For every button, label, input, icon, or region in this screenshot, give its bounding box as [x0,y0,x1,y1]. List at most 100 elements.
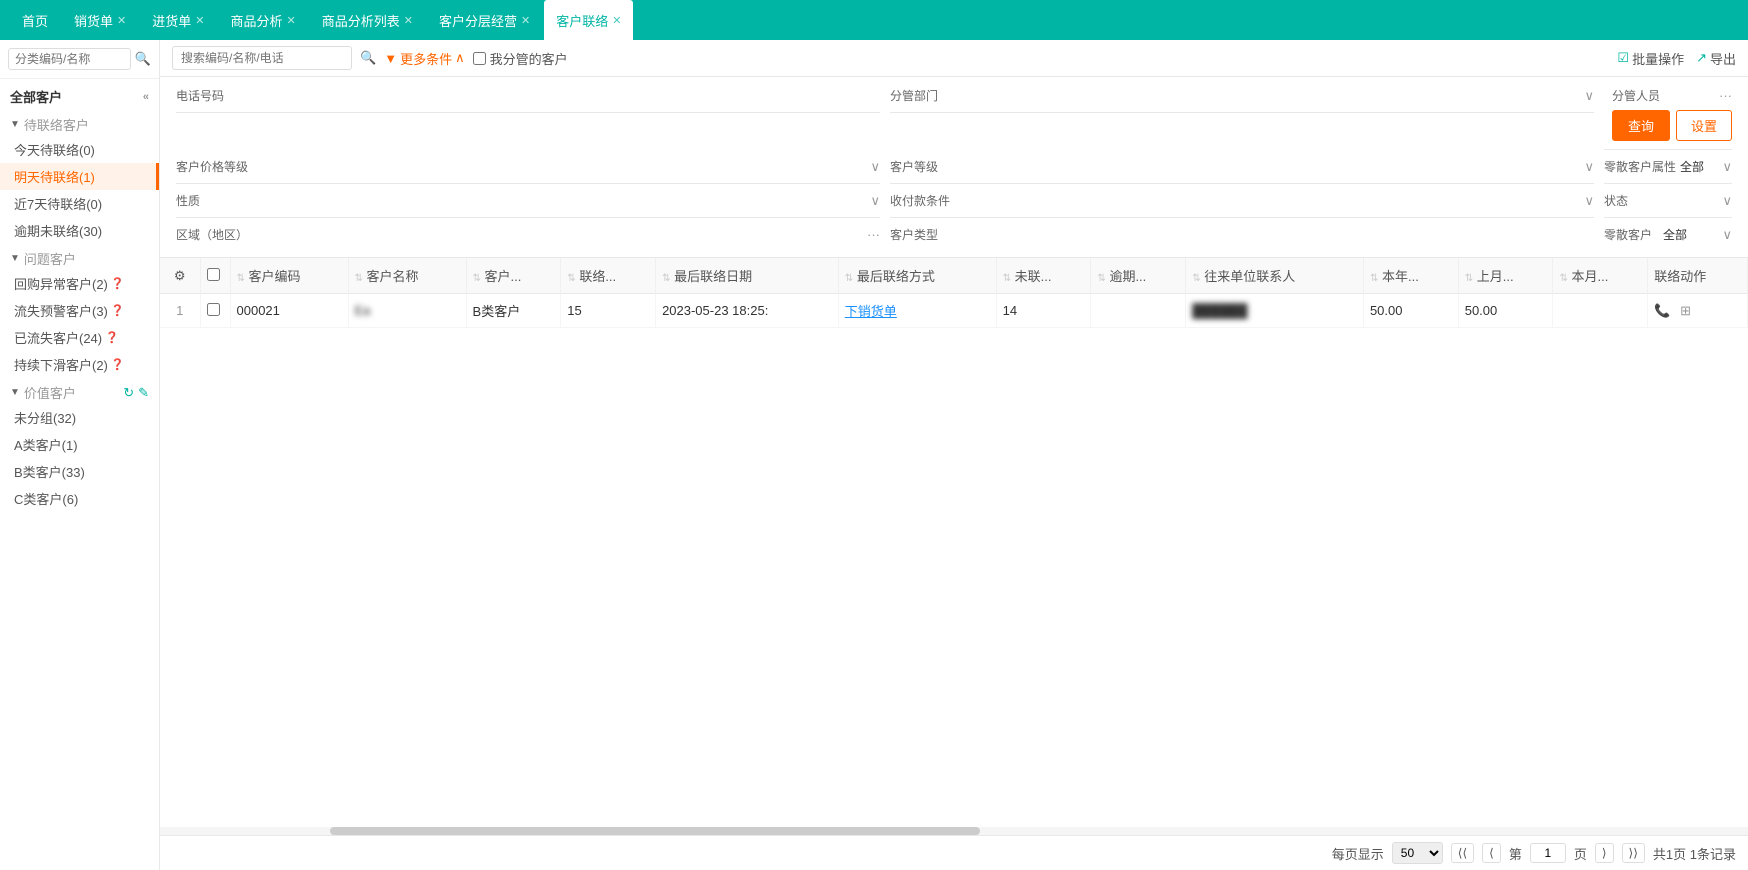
manager-label: 分管人员 [1612,87,1667,104]
th-not-contact: ⇅ 未联... [996,258,1091,294]
close-icon[interactable]: ✕ [612,14,621,27]
sidebar-item-type-b[interactable]: B类客户(33) [0,458,159,485]
problem-group-label: ▼ 问题客户 [0,244,159,270]
sort-icon[interactable]: ⇅ [1465,273,1473,284]
phone-action-icon[interactable]: 📞 [1654,303,1670,318]
close-icon[interactable]: ✕ [521,14,530,27]
sort-icon[interactable]: ⇅ [1559,273,1567,284]
nav-customer-segments[interactable]: 客户分层经营 ✕ [427,0,542,40]
retail-customer-label: 零散客户 [1604,226,1659,243]
my-customers-check[interactable] [473,52,486,65]
my-customers-checkbox[interactable]: 我分管的客户 [473,49,568,68]
dropdown-icon[interactable]: ∨ [1584,159,1594,175]
filter-payment: 收付款条件 ∨ [890,192,1594,218]
sort-icon[interactable]: ⇅ [845,273,853,284]
bulk-action-button[interactable]: ☑ 批量操作 [1617,49,1684,68]
partner-name-value: ██████ [1192,303,1247,318]
dropdown-icon[interactable]: ∨ [1584,193,1594,209]
sidebar-item-overdue[interactable]: 逾期未联络(30) [0,217,159,244]
next-page-button[interactable]: ⟩ [1595,843,1614,863]
collapse-icon[interactable]: « [143,91,149,103]
sidebar-item-type-a[interactable]: A类客户(1) [0,431,159,458]
dropdown-icon[interactable]: ∨ [870,193,880,209]
per-page-select[interactable]: 50 100 200 [1392,842,1443,864]
prev-page-button[interactable]: ⟨ [1482,843,1501,863]
first-page-button[interactable]: ⟨⟨ [1451,843,1474,863]
table-footer: 每页显示 50 100 200 ⟨⟨ ⟨ 第 页 ⟩ ⟩⟩ 共1页 1条记录 [160,835,1748,870]
page-input[interactable] [1530,843,1566,863]
close-icon[interactable]: ✕ [404,14,413,27]
settings-button[interactable]: 设置 [1676,110,1732,141]
sidebar-item-declining[interactable]: 持续下滑客户(2) ❓ [0,351,159,378]
td-customer-name: Ea [348,294,466,328]
ellipsis-icon[interactable]: ··· [1719,88,1732,103]
th-action: 联络动作 [1648,258,1748,294]
row-checkbox[interactable] [207,303,220,316]
nav-product-analysis[interactable]: 商品分析 ✕ [218,0,307,40]
sort-icon[interactable]: ⇅ [473,273,481,284]
last-method-link[interactable]: 下销货单 [845,304,897,319]
nav-sales-order[interactable]: 销货单 ✕ [62,0,138,40]
sidebar-item-today-pending[interactable]: 今天待联络(0) [0,136,159,163]
pending-group-label: ▼ 待联络客户 [0,110,159,136]
dropdown-icon[interactable]: ∨ [1584,88,1594,104]
dropdown-icon[interactable]: ∨ [1722,193,1732,209]
close-icon[interactable]: ✕ [287,14,296,27]
sidebar-item-repurchase-abnormal[interactable]: 回购异常客户(2) ❓ [0,270,159,297]
search-icon[interactable]: 🔍 [135,51,151,67]
sidebar-item-churn-warning[interactable]: 流失预警客户(3) ❓ [0,297,159,324]
more-conditions-button[interactable]: ▼ 更多条件 ∧ [384,49,464,68]
sort-icon[interactable]: ⇅ [355,273,363,284]
sort-icon[interactable]: ⇅ [662,273,670,284]
last-page-button[interactable]: ⟩⟩ [1622,843,1645,863]
sort-icon[interactable]: ⇅ [1097,273,1105,284]
refresh-icon[interactable]: ↻ [123,385,134,401]
export-button[interactable]: ↗ 导出 [1696,49,1736,68]
td-overdue [1091,294,1186,328]
sidebar-item-type-c[interactable]: C类客户(6) [0,485,159,512]
dropdown-icon[interactable]: ∨ [870,159,880,175]
help-icon: ❓ [111,277,125,290]
filter-manager-and-actions: 分管人员 ··· 查询 设置 [1604,87,1732,150]
more-action-icon[interactable]: ⊞ [1680,303,1691,318]
dropdown-icon[interactable]: ∨ [1722,159,1732,175]
main-content: 🔍 ▼ 更多条件 ∧ 我分管的客户 ☑ 批量操作 ↗ 导出 [160,40,1748,870]
ellipsis-icon[interactable]: ··· [867,227,880,242]
advanced-filter-panel: 电话号码 分管部门 ∨ 分管人员 ··· 查询 设置 [160,77,1748,258]
sidebar-item-7day-pending[interactable]: 近7天待联络(0) [0,190,159,217]
sort-icon[interactable]: ⇅ [1192,273,1200,284]
right-actions: ☑ 批量操作 ↗ 导出 [1617,49,1736,68]
sidebar-item-churned[interactable]: 已流失客户(24) ❓ [0,324,159,351]
scrollbar-thumb[interactable] [330,827,980,835]
dept-label: 分管部门 [890,87,945,104]
search-button[interactable]: 🔍 [360,50,376,66]
sidebar-item-tomorrow-pending[interactable]: 明天待联络(1) [0,163,159,190]
sidebar-item-ungrouped[interactable]: 未分组(32) [0,404,159,431]
sort-icon[interactable]: ⇅ [237,273,245,284]
filter-region: 区域（地区） ··· [176,226,880,247]
filter-search-input[interactable] [172,46,352,70]
sidebar-search-input[interactable] [8,48,131,70]
close-icon[interactable]: ✕ [195,14,204,27]
sort-icon[interactable]: ⇅ [567,273,575,284]
customer-grade-label: 客户等级 [890,158,945,175]
td-type: B类客户 [466,294,561,328]
td-contact-count: 15 [561,294,656,328]
nav-purchase-order[interactable]: 进货单 ✕ [140,0,216,40]
sort-icon[interactable]: ⇅ [1370,273,1378,284]
dropdown-icon[interactable]: ∨ [1722,227,1732,243]
customer-type-label: 客户类型 [890,226,945,243]
sort-icon[interactable]: ⇅ [1003,273,1011,284]
query-button[interactable]: 查询 [1612,110,1670,141]
help-icon: ❓ [105,331,119,344]
edit-icon[interactable]: ✎ [138,385,149,401]
gear-icon[interactable]: ⚙ [174,268,186,283]
filter-phone: 电话号码 [176,87,880,113]
select-all-checkbox[interactable] [207,268,220,281]
close-icon[interactable]: ✕ [117,14,126,27]
nav-customer-contact[interactable]: 客户联络 ✕ [544,0,633,40]
horizontal-scrollbar[interactable] [160,827,1748,835]
nav-home[interactable]: 首页 [10,0,60,40]
nav-product-analysis-list[interactable]: 商品分析列表 ✕ [310,0,425,40]
region-label: 区域（地区） [176,226,248,243]
